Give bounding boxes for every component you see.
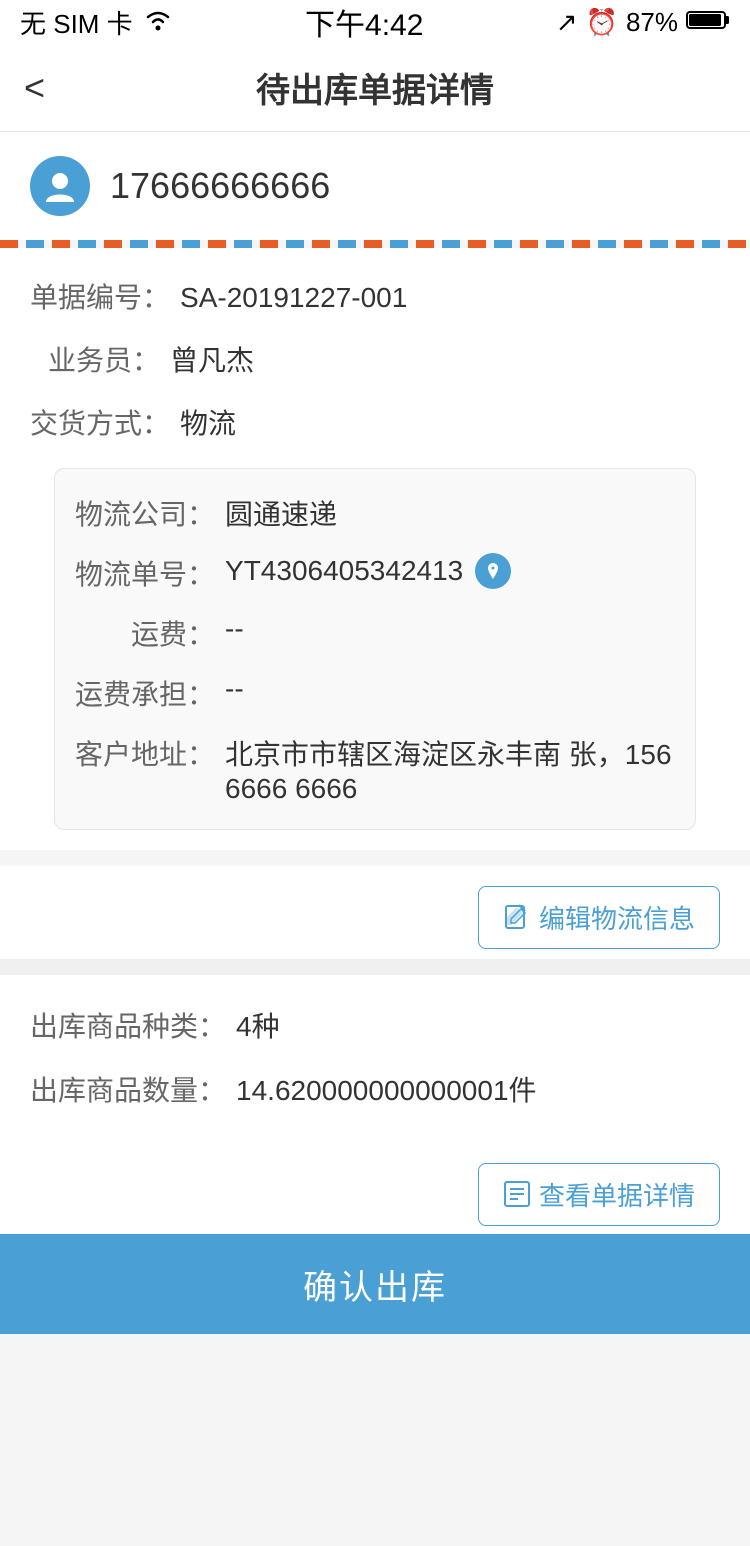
product-qty-row: 出库商品数量： 14.620000000000001件 xyxy=(30,1069,720,1109)
logistics-card: 物流公司： 圆通速递 物流单号： YT4306405342413 运费： -- xyxy=(54,468,696,830)
location-status-icon: ↗ xyxy=(556,7,578,38)
view-detail-label: 查看单据详情 xyxy=(539,1176,695,1213)
order-no-value: SA-20191227-001 xyxy=(180,278,720,317)
product-type-row: 出库商品种类： 4种 xyxy=(30,1005,720,1045)
product-qty-value: 14.620000000000001件 xyxy=(236,1069,537,1109)
view-detail-row: 查看单据详情 xyxy=(0,1153,750,1246)
delivery-row: 交货方式： 物流 xyxy=(30,404,720,443)
staff-value: 曾凡杰 xyxy=(170,341,720,380)
status-left: 无 SIM 卡 xyxy=(20,4,173,41)
freight-bear-row: 运费承担： -- xyxy=(75,673,675,713)
freight-label: 运费： xyxy=(75,613,215,653)
logistics-company-row: 物流公司： 圆通速递 xyxy=(75,493,675,533)
address-row: 客户地址： 北京市市辖区海淀区永丰南 张，156 6666 6666 xyxy=(75,733,675,805)
edit-btn-row: 编辑物流信息 xyxy=(0,866,750,959)
nav-title: 待出库单据详情 xyxy=(256,63,494,112)
carrier-label: 无 SIM 卡 xyxy=(20,4,133,41)
edit-btn-label: 编辑物流信息 xyxy=(539,899,695,936)
battery-label: 87% xyxy=(626,7,678,38)
logistics-company-label: 物流公司： xyxy=(75,493,215,533)
separator-1 xyxy=(0,959,750,975)
logistics-company-value: 圆通速递 xyxy=(225,493,675,533)
delivery-label: 交货方式： xyxy=(30,404,170,443)
battery-icon xyxy=(686,7,730,38)
back-button[interactable]: < xyxy=(24,67,45,109)
edit-logistics-button[interactable]: 编辑物流信息 xyxy=(478,886,720,949)
status-bar: 无 SIM 卡 下午4:42 ↗ ⏰ 87% xyxy=(0,0,750,44)
order-no-label: 单据编号： xyxy=(30,278,170,317)
status-time: 下午4:42 xyxy=(305,0,423,44)
freight-bear-label: 运费承担： xyxy=(75,673,215,713)
confirm-btn-bar[interactable]: 确认出库 xyxy=(0,1234,750,1334)
status-right: ↗ ⏰ 87% xyxy=(556,7,730,38)
freight-value: -- xyxy=(225,613,675,645)
product-type-value: 4种 xyxy=(236,1005,280,1045)
basic-info-section: 单据编号： SA-20191227-001 业务员： 曾凡杰 交货方式： 物流 … xyxy=(0,248,750,850)
staff-label: 业务员： xyxy=(30,341,160,380)
tracking-location-icon[interactable] xyxy=(475,553,511,589)
alarm-icon: ⏰ xyxy=(586,7,618,38)
edit-icon xyxy=(503,903,531,931)
confirm-btn-label: 确认出库 xyxy=(303,1260,447,1309)
product-section: 出库商品种类： 4种 出库商品数量： 14.620000000000001件 xyxy=(0,975,750,1153)
freight-row: 运费： -- xyxy=(75,613,675,653)
phone-number: 17666666666 xyxy=(110,165,330,207)
freight-bear-value: -- xyxy=(225,673,675,705)
phone-header: 17666666666 xyxy=(0,132,750,240)
product-type-label: 出库商品种类： xyxy=(30,1005,226,1045)
staff-row: 业务员： 曾凡杰 xyxy=(30,341,720,380)
delivery-value: 物流 xyxy=(180,404,720,443)
address-value: 北京市市辖区海淀区永丰南 张，156 6666 6666 xyxy=(225,733,675,805)
avatar xyxy=(30,156,90,216)
tracking-row: 物流单号： YT4306405342413 xyxy=(75,553,675,593)
list-icon xyxy=(503,1180,531,1208)
order-no-row: 单据编号： SA-20191227-001 xyxy=(30,278,720,317)
address-label: 客户地址： xyxy=(75,733,215,773)
product-qty-label: 出库商品数量： xyxy=(30,1069,226,1109)
tracking-label: 物流单号： xyxy=(75,553,215,593)
view-detail-button[interactable]: 查看单据详情 xyxy=(478,1163,720,1226)
wifi-icon xyxy=(143,7,173,38)
nav-bar: < 待出库单据详情 xyxy=(0,44,750,132)
dashed-divider xyxy=(0,240,750,248)
tracking-value: YT4306405342413 xyxy=(225,553,675,589)
